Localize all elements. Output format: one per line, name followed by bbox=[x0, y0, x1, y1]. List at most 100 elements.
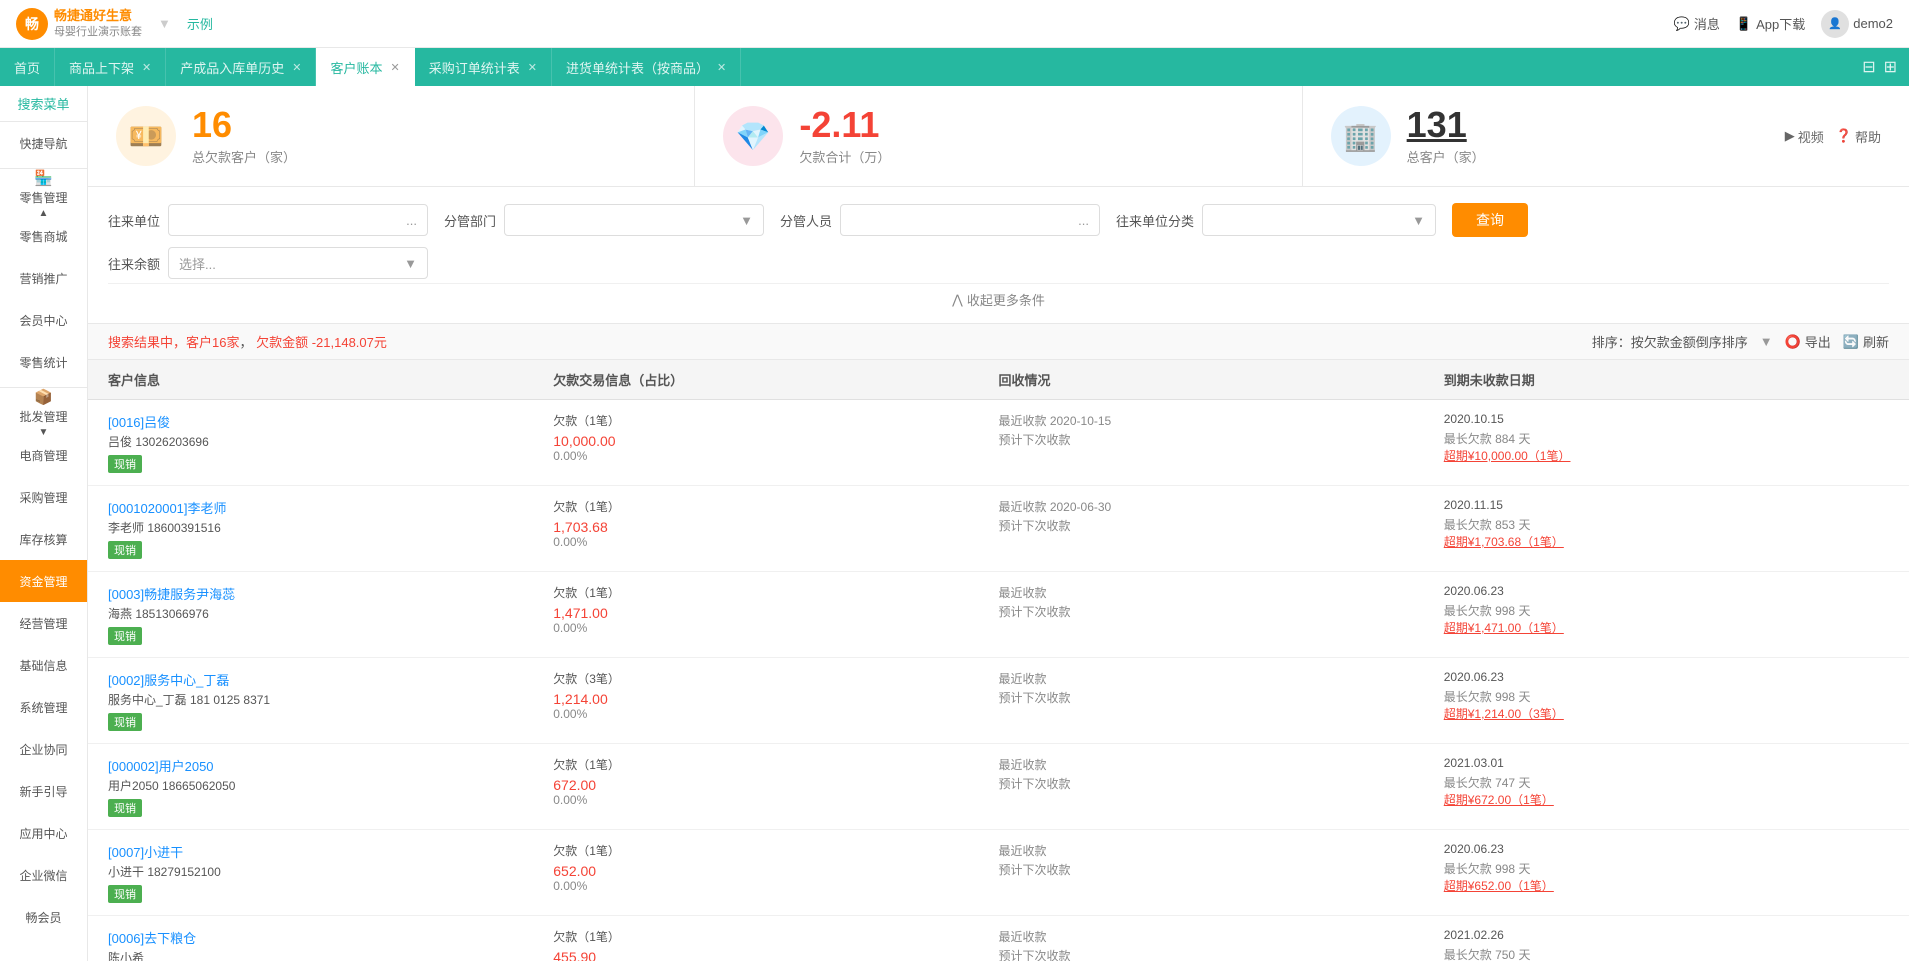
overdue-link[interactable]: 超期¥1,471.00（1笔） bbox=[1444, 619, 1889, 636]
collapse-chevron-icon: ⋀ bbox=[952, 292, 963, 308]
debt-amount[interactable]: 10,000.00 bbox=[553, 433, 998, 449]
customer-info-cell: [0003]畅捷服务尹海蕊 海燕 18513066976 现销 bbox=[108, 582, 553, 647]
debt-amount[interactable]: 1,214.00 bbox=[553, 691, 998, 707]
sidebar-item-enterprise-wx[interactable]: 企业微信 bbox=[0, 854, 87, 896]
filter-unit-category: 往来单位分类 ▼ bbox=[1116, 204, 1436, 236]
filter-row-2: 往来余额 选择... ▼ bbox=[108, 247, 1889, 279]
table-row: [0003]畅捷服务尹海蕊 海燕 18513066976 现销 欠款（1笔） 1… bbox=[88, 572, 1909, 658]
debt-percent: 0.00% bbox=[553, 879, 998, 893]
unit-category-select[interactable]: ▼ bbox=[1202, 204, 1436, 236]
sidebar-item-system[interactable]: 系统管理 bbox=[0, 686, 87, 728]
tab-close-icon[interactable]: ✕ bbox=[292, 61, 301, 74]
dept-chevron-icon: ▼ bbox=[740, 213, 753, 228]
latest-payment: 最近收款 bbox=[999, 928, 1444, 945]
sidebar-item-member[interactable]: 会员中心 bbox=[0, 299, 87, 341]
recovery-cell: 最近收款 预计下次收款 bbox=[999, 926, 1444, 961]
overdue-days: 最长欠款 853 天 bbox=[1444, 516, 1889, 533]
sidebar-item-purchase[interactable]: 采购管理 bbox=[0, 476, 87, 518]
overdue-link[interactable]: 超期¥1,703.68（1笔） bbox=[1444, 533, 1889, 550]
results-info: 搜索结果中，客户16家， 欠款金额 -21,148.07元 bbox=[108, 332, 387, 351]
overdue-link[interactable]: 超期¥652.00（1笔） bbox=[1444, 877, 1889, 894]
demo-tag[interactable]: 示例 bbox=[187, 14, 213, 33]
sidebar-item-marketing[interactable]: 营销推广 bbox=[0, 257, 87, 299]
customer-name-link[interactable]: [0002]服务中心_丁磊 bbox=[108, 670, 553, 689]
debt-percent: 0.00% bbox=[553, 449, 998, 463]
tab-stock-stats[interactable]: 进货单统计表（按商品） ✕ bbox=[552, 48, 741, 86]
avatar-img: 👤 bbox=[1821, 10, 1849, 38]
debt-amount[interactable]: 672.00 bbox=[553, 777, 998, 793]
sidebar-item-operations[interactable]: 经营管理 bbox=[0, 602, 87, 644]
collapse-btn[interactable]: ⋀ 收起更多条件 bbox=[108, 283, 1889, 315]
nav-min-icon[interactable]: ⊟ bbox=[1862, 57, 1875, 77]
overdue-days: 最长欠款 884 天 bbox=[1444, 430, 1889, 447]
tab-close-icon[interactable]: ✕ bbox=[391, 61, 400, 74]
tab-close-icon[interactable]: ✕ bbox=[717, 61, 726, 74]
sidebar-item-inventory[interactable]: 库存核算 bbox=[0, 518, 87, 560]
customer-name-link[interactable]: [0016]吕俊 bbox=[108, 412, 553, 431]
customer-name-link[interactable]: [0003]畅捷服务尹海蕊 bbox=[108, 584, 553, 603]
tab-product-history[interactable]: 产成品入库单历史 ✕ bbox=[166, 48, 316, 86]
sidebar-item-quick-nav[interactable]: 快捷导航 bbox=[0, 122, 87, 164]
source-unit-input[interactable]: ... bbox=[168, 204, 428, 236]
sidebar-item-finance[interactable]: 资金管理 bbox=[0, 560, 87, 602]
debt-amount[interactable]: 652.00 bbox=[553, 863, 998, 879]
sidebar-item-free-member[interactable]: 畅会员 bbox=[0, 896, 87, 938]
person-input[interactable]: ... bbox=[840, 204, 1100, 236]
overdue-days: 最长欠款 998 天 bbox=[1444, 688, 1889, 705]
col-header-overdue: 到期未收款日期 bbox=[1444, 370, 1889, 389]
tab-customer-account[interactable]: 客户账本 ✕ bbox=[316, 48, 414, 86]
debt-info-cell: 欠款（1笔） 1,703.68 0.00% bbox=[553, 496, 998, 551]
customer-info-cell: [0007]小进干 小进干 18279152100 现销 bbox=[108, 840, 553, 905]
view-video-btn[interactable]: ▶ 视频 bbox=[1785, 127, 1824, 146]
nav-max-icon[interactable]: ⊞ bbox=[1884, 57, 1897, 77]
dept-select[interactable]: ▼ bbox=[504, 204, 764, 236]
sidebar-item-retail-stats[interactable]: 零售统计 bbox=[0, 341, 87, 383]
customer-name-link[interactable]: [000002]用户2050 bbox=[108, 756, 553, 775]
tab-close-icon[interactable]: ✕ bbox=[528, 61, 537, 74]
debt-amount[interactable]: 455.90 bbox=[553, 949, 998, 961]
sidebar-item-enterprise-collab[interactable]: 企业协同 bbox=[0, 728, 87, 770]
retail-mgmt-icon: 🏪 bbox=[34, 169, 53, 187]
sidebar-item-basic-info[interactable]: 基础信息 bbox=[0, 644, 87, 686]
sidebar-item-batch-mgmt[interactable]: 📦 批发管理 ▼ bbox=[0, 392, 87, 434]
overdue-link[interactable]: 超期¥10,000.00（1笔） bbox=[1444, 447, 1889, 464]
due-date: 2020.06.23 bbox=[1444, 842, 1889, 856]
help-btn[interactable]: ❓ 帮助 bbox=[1836, 127, 1881, 146]
sidebar-item-new-guide[interactable]: 新手引导 bbox=[0, 770, 87, 812]
overdue-link[interactable]: 超期¥672.00（1笔） bbox=[1444, 791, 1889, 808]
tab-purchase-order[interactable]: 采购订单统计表 ✕ bbox=[415, 48, 552, 86]
user-avatar[interactable]: 👤 demo2 bbox=[1821, 10, 1893, 38]
col-header-customer: 客户信息 bbox=[108, 370, 553, 389]
overdue-link[interactable]: 超期¥1,214.00（3笔） bbox=[1444, 705, 1889, 722]
debt-amount[interactable]: 1,703.68 bbox=[553, 519, 998, 535]
table-row: [0016]吕俊 吕俊 13026203696 现销 欠款（1笔） 10,000… bbox=[88, 400, 1909, 486]
customer-name-link[interactable]: [0007]小进干 bbox=[108, 842, 553, 861]
overdue-cell: 2020.11.15 最长欠款 853 天 超期¥1,703.68（1笔） bbox=[1444, 496, 1889, 552]
due-date: 2021.03.01 bbox=[1444, 756, 1889, 770]
search-button[interactable]: 查询 bbox=[1452, 203, 1528, 237]
customer-phone: 李老师 18600391516 bbox=[108, 519, 553, 536]
export-btn[interactable]: ⭕ 导出 bbox=[1785, 332, 1831, 351]
sidebar-item-app-center[interactable]: 应用中心 bbox=[0, 812, 87, 854]
refresh-btn[interactable]: 🔄 刷新 bbox=[1843, 332, 1889, 351]
tab-home[interactable]: 首页 bbox=[0, 48, 55, 86]
balance-select[interactable]: 选择... ▼ bbox=[168, 247, 428, 279]
refresh-icon: 🔄 bbox=[1843, 334, 1859, 350]
customer-name-link[interactable]: [0006]去下粮仓 bbox=[108, 928, 553, 947]
video-icon: ▶ bbox=[1785, 128, 1795, 144]
tab-close-icon[interactable]: ✕ bbox=[142, 61, 151, 74]
sidebar-item-ecommerce[interactable]: 电商管理 bbox=[0, 434, 87, 476]
top-bar-left: 畅 畅捷通好生意 母婴行业演示账套 ▼ 示例 bbox=[16, 8, 213, 40]
customer-name-link[interactable]: [0001020001]李老师 bbox=[108, 498, 553, 517]
message-btn[interactable]: 💬 消息 bbox=[1674, 14, 1720, 33]
sidebar-search[interactable]: 搜索菜单 bbox=[0, 86, 87, 122]
debt-count: 欠款（1笔） bbox=[553, 928, 998, 945]
debt-amount[interactable]: 1,471.00 bbox=[553, 605, 998, 621]
stat-card-debt-amount: 💎 -2.11 欠款合计（万） bbox=[695, 86, 1302, 186]
sidebar-item-retail-store[interactable]: 零售商城 bbox=[0, 215, 87, 257]
app-download-btn[interactable]: 📱 App下载 bbox=[1736, 14, 1805, 33]
debt-percent: 0.00% bbox=[553, 621, 998, 635]
debt-amount-value: -2.11 bbox=[799, 107, 890, 143]
tab-product-offshelf[interactable]: 商品上下架 ✕ bbox=[55, 48, 166, 86]
sidebar-item-retail-mgmt[interactable]: 🏪 零售管理 ▲ bbox=[0, 173, 87, 215]
